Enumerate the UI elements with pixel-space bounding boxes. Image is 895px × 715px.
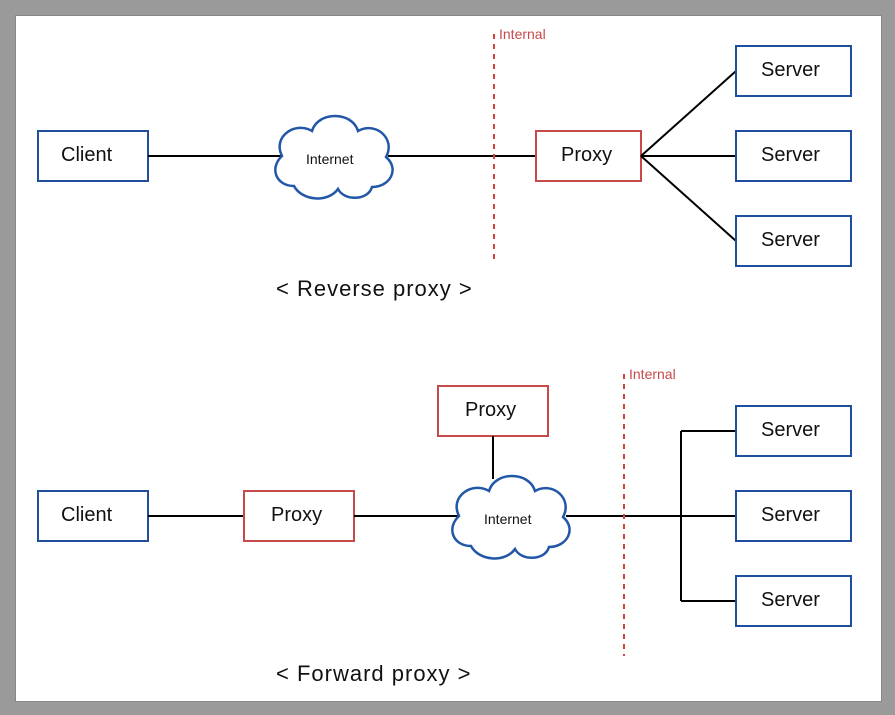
forward-server3-label: Server: [761, 589, 820, 612]
forward-caption: < Forward proxy >: [276, 661, 472, 687]
reverse-server2-label: Server: [761, 144, 820, 167]
reverse-caption: < Reverse proxy >: [276, 276, 473, 302]
forward-internet-label: Internet: [484, 511, 531, 527]
forward-client-label: Client: [61, 504, 112, 527]
reverse-proxy-label: Proxy: [561, 144, 612, 167]
reverse-server3-label: Server: [761, 229, 820, 252]
forward-proxy-left-label: Proxy: [271, 504, 322, 527]
reverse-internal-label: Internal: [499, 26, 546, 42]
forward-server1-label: Server: [761, 419, 820, 442]
reverse-line-proxy-s3: [641, 156, 736, 241]
forward-proxy-top-label: Proxy: [465, 399, 516, 422]
reverse-internet-label: Internet: [306, 151, 353, 167]
diagram-svg: [16, 16, 881, 701]
forward-server2-label: Server: [761, 504, 820, 527]
diagram-canvas: Client Internet Proxy Server Server Serv…: [15, 15, 882, 702]
reverse-line-proxy-s1: [641, 71, 736, 156]
reverse-client-label: Client: [61, 144, 112, 167]
reverse-server1-label: Server: [761, 59, 820, 82]
forward-internal-label: Internal: [629, 366, 676, 382]
